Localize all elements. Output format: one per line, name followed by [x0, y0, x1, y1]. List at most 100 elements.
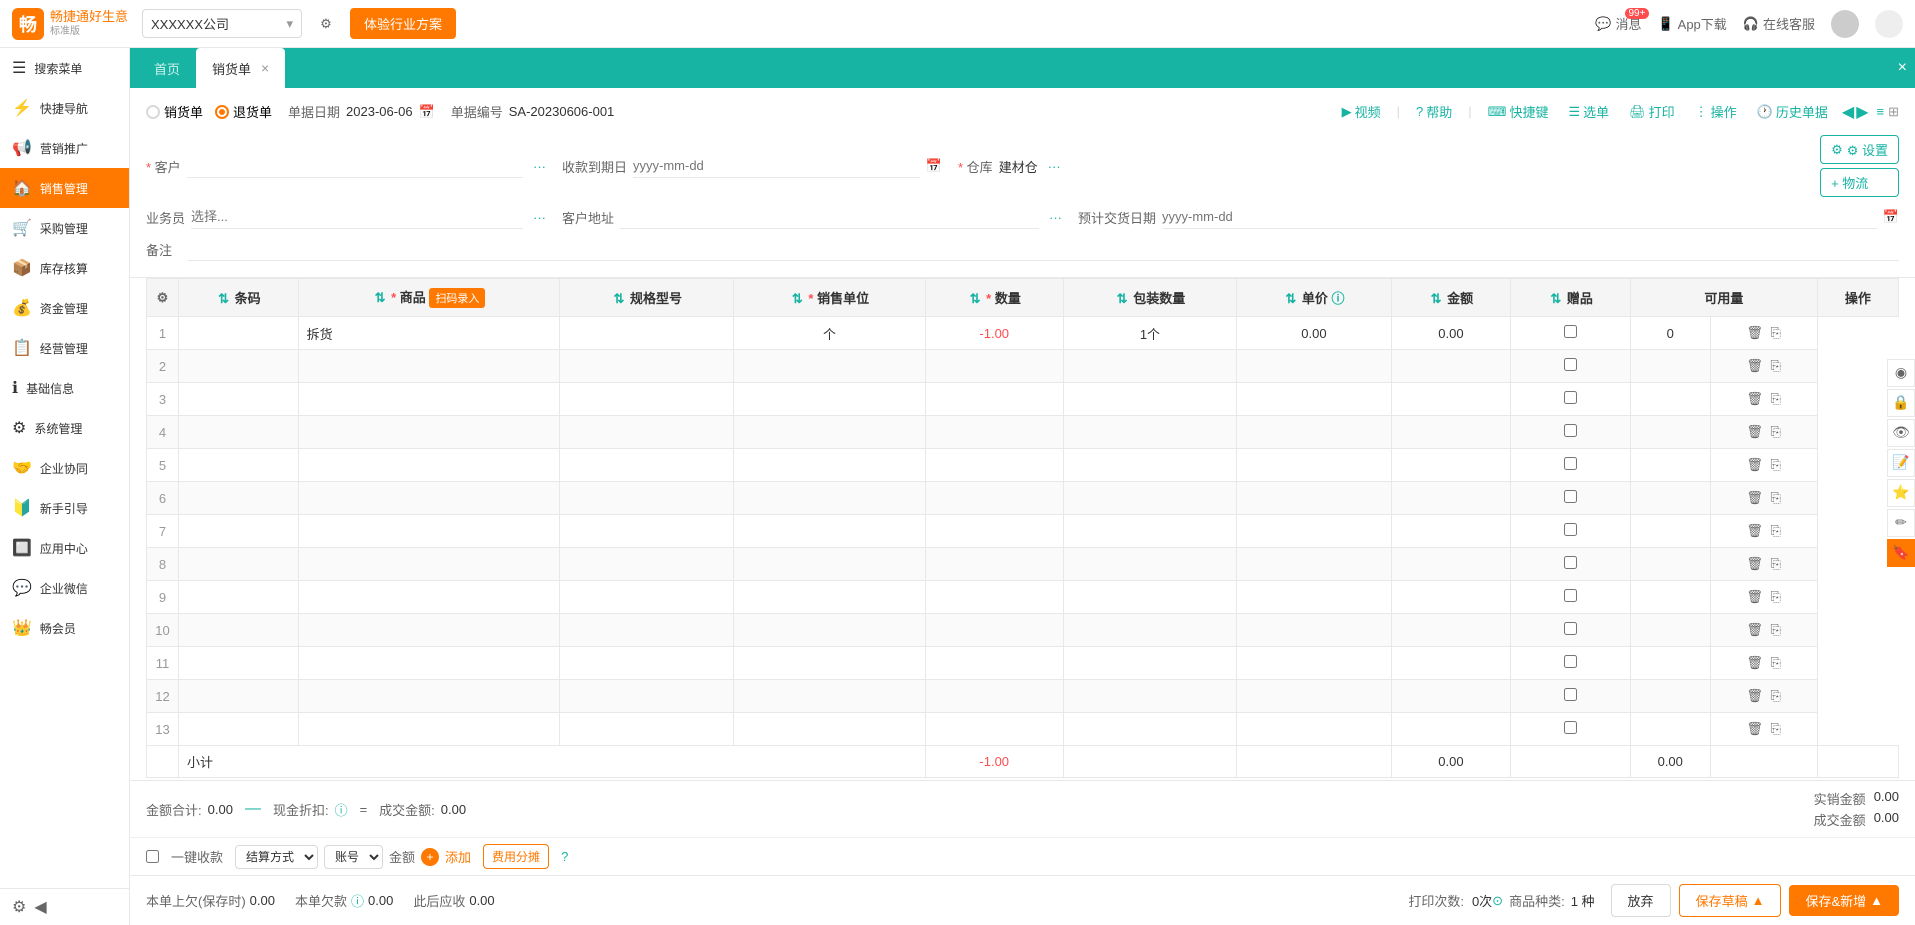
sort-product-icon[interactable]: ⇅ — [375, 290, 386, 305]
sidebar-item-newbie[interactable]: 🔰 新手引导 — [0, 488, 129, 528]
gift-checkbox[interactable] — [1564, 490, 1577, 503]
next-page-btn[interactable]: ▶ — [1856, 102, 1868, 122]
delete-row-btn[interactable]: 🗑 — [1744, 620, 1765, 640]
sort-qty-icon[interactable]: ⇅ — [970, 291, 981, 306]
help-action[interactable]: ? 帮助 — [1410, 100, 1458, 123]
rf-btn-1[interactable]: ◉ — [1887, 359, 1915, 387]
save-draft-btn[interactable]: 保存草稿 ▲ — [1679, 884, 1782, 917]
salesperson-input[interactable] — [191, 205, 523, 229]
gift-checkbox[interactable] — [1564, 622, 1577, 635]
customer-address-input[interactable] — [620, 205, 1039, 229]
gift-checkbox[interactable] — [1564, 424, 1577, 437]
due-date-input[interactable] — [633, 154, 920, 178]
sidebar-settings-icon[interactable]: ⚙ — [12, 897, 26, 917]
sidebar-item-marketing[interactable]: 📢 营销推广 — [0, 128, 129, 168]
sidebar-item-system-mgmt[interactable]: ⚙ 系统管理 — [0, 408, 129, 448]
app-download-btn[interactable]: 📱 App下载 — [1657, 14, 1726, 33]
sidebar-item-search-order[interactable]: ☰ 搜索菜单 — [0, 48, 129, 88]
sort-pack-icon[interactable]: ⇅ — [1117, 291, 1128, 306]
rf-btn-3[interactable]: 👁 — [1887, 419, 1915, 447]
copy-row-btn[interactable]: ⎘ — [1769, 389, 1783, 409]
delete-row-btn[interactable]: 🗑 — [1744, 554, 1765, 574]
rf-btn-6[interactable]: ✏ — [1887, 509, 1915, 537]
sidebar-item-basic-info[interactable]: ℹ 基础信息 — [0, 368, 129, 408]
messages-btn[interactable]: 💬 消息 99+ — [1595, 14, 1641, 33]
history-action[interactable]: 🕐 历史单据 — [1751, 100, 1834, 123]
close-tab-icon[interactable]: × — [1898, 59, 1907, 77]
copy-row-btn[interactable]: ⎘ — [1769, 356, 1783, 376]
customer-dots[interactable]: ··· — [533, 159, 546, 174]
salesperson-dots[interactable]: ··· — [533, 210, 546, 225]
receivable-info-icon[interactable]: ⓘ — [351, 891, 364, 910]
gift-checkbox[interactable] — [1564, 556, 1577, 569]
delete-row-btn[interactable]: 🗑 — [1744, 653, 1765, 673]
copy-row-btn[interactable]: ⎘ — [1769, 323, 1783, 343]
select-action[interactable]: ☰ 选单 — [1562, 100, 1615, 123]
gift-checkbox[interactable] — [1564, 721, 1577, 734]
copy-row-btn[interactable]: ⎘ — [1769, 686, 1783, 706]
sidebar-item-purchase-mgmt[interactable]: 🛒 采购管理 — [0, 208, 129, 248]
logistics-action-btn[interactable]: + 物流 — [1820, 168, 1899, 197]
avatar-extra[interactable] — [1875, 10, 1903, 38]
sidebar-item-app-center[interactable]: 🔲 应用中心 — [0, 528, 129, 568]
add-payment-btn[interactable]: + — [421, 848, 439, 866]
tab-close-btn[interactable]: × — [261, 60, 269, 76]
scan-btn[interactable]: 扫码录入 — [429, 288, 485, 308]
sidebar-item-enterprise[interactable]: 🤝 企业协同 — [0, 448, 129, 488]
delete-row-btn[interactable]: 🗑 — [1744, 455, 1765, 475]
payment-method-select[interactable]: 结算方式 — [235, 845, 318, 869]
one-click-pay-checkbox[interactable] — [146, 850, 159, 863]
customer-input[interactable] — [187, 154, 523, 178]
delete-row-btn[interactable]: 🗑 — [1744, 422, 1765, 442]
gift-checkbox[interactable] — [1564, 358, 1577, 371]
delivery-calendar-icon[interactable]: 📅 — [1883, 209, 1899, 225]
note-input[interactable] — [188, 237, 1899, 261]
copy-row-btn[interactable]: ⎘ — [1769, 719, 1783, 739]
table-gear-icon[interactable]: ⚙ — [157, 290, 169, 305]
delete-row-btn[interactable]: 🗑 — [1744, 488, 1765, 508]
delete-row-btn[interactable]: 🗑 — [1744, 356, 1765, 376]
delete-row-btn[interactable]: 🗑 — [1744, 389, 1765, 409]
copy-row-btn[interactable]: ⎘ — [1769, 554, 1783, 574]
calendar-icon[interactable]: 📅 — [419, 104, 435, 120]
copy-row-btn[interactable]: ⎘ — [1769, 488, 1783, 508]
avatar[interactable] — [1831, 10, 1859, 38]
sidebar-item-sales-mgmt[interactable]: 🏠 销售管理 — [0, 168, 129, 208]
sort-gift-icon[interactable]: ⇅ — [1550, 291, 1561, 306]
sidebar-item-capital[interactable]: 💰 资金管理 — [0, 288, 129, 328]
sort-unit-icon[interactable]: ⇅ — [792, 291, 803, 306]
print-action[interactable]: 🖨 打印 — [1623, 100, 1681, 123]
settings-icon[interactable]: ⚙ — [310, 8, 342, 40]
rf-btn-4[interactable]: 📝 — [1887, 449, 1915, 477]
fee-split-btn[interactable]: 费用分摊 — [483, 844, 549, 869]
sort-spec-icon[interactable]: ⇅ — [613, 291, 624, 306]
delete-row-btn[interactable]: 🗑 — [1744, 587, 1765, 607]
gift-checkbox[interactable] — [1564, 523, 1577, 536]
company-selector[interactable]: XXXXXX公司 ▾ — [142, 9, 302, 38]
payment-account-select[interactable]: 账号 — [324, 845, 383, 869]
address-dots[interactable]: ··· — [1049, 210, 1062, 225]
radio-sales[interactable]: 销货单 — [146, 102, 203, 121]
rf-btn-2[interactable]: 🔒 — [1887, 389, 1915, 417]
video-action[interactable]: ▶ 视频 — [1336, 100, 1387, 123]
rf-btn-5[interactable]: ⭐ — [1887, 479, 1915, 507]
experience-btn[interactable]: 体验行业方案 — [350, 8, 456, 39]
tab-sales-order[interactable]: 销货单 × — [196, 48, 285, 88]
rf-btn-7[interactable]: 🔖 — [1887, 539, 1915, 567]
sidebar-item-quick-nav[interactable]: ⚡ 快捷导航 — [0, 88, 129, 128]
expected-delivery-input[interactable] — [1162, 205, 1877, 229]
radio-return[interactable]: 退货单 — [215, 102, 272, 121]
discount-info-icon[interactable]: ⓘ — [335, 800, 348, 819]
copy-row-btn[interactable]: ⎘ — [1769, 422, 1783, 442]
fee-help-icon[interactable]: ? — [561, 849, 568, 864]
sidebar-item-corp-wechat[interactable]: 💬 企业微信 — [0, 568, 129, 608]
copy-row-btn[interactable]: ⎘ — [1769, 653, 1783, 673]
copy-row-btn[interactable]: ⎘ — [1769, 587, 1783, 607]
sort-price-icon[interactable]: ⇅ — [1285, 291, 1296, 306]
tab-home[interactable]: 首页 — [138, 48, 196, 88]
save-new-btn[interactable]: 保存&新增 ▲ — [1789, 885, 1899, 916]
sidebar-item-member[interactable]: 👑 畅会员 — [0, 608, 129, 648]
price-info-icon[interactable]: ⓘ — [1332, 291, 1345, 306]
delete-row-btn[interactable]: 🗑 — [1744, 686, 1765, 706]
delete-row-btn[interactable]: 🗑 — [1744, 521, 1765, 541]
